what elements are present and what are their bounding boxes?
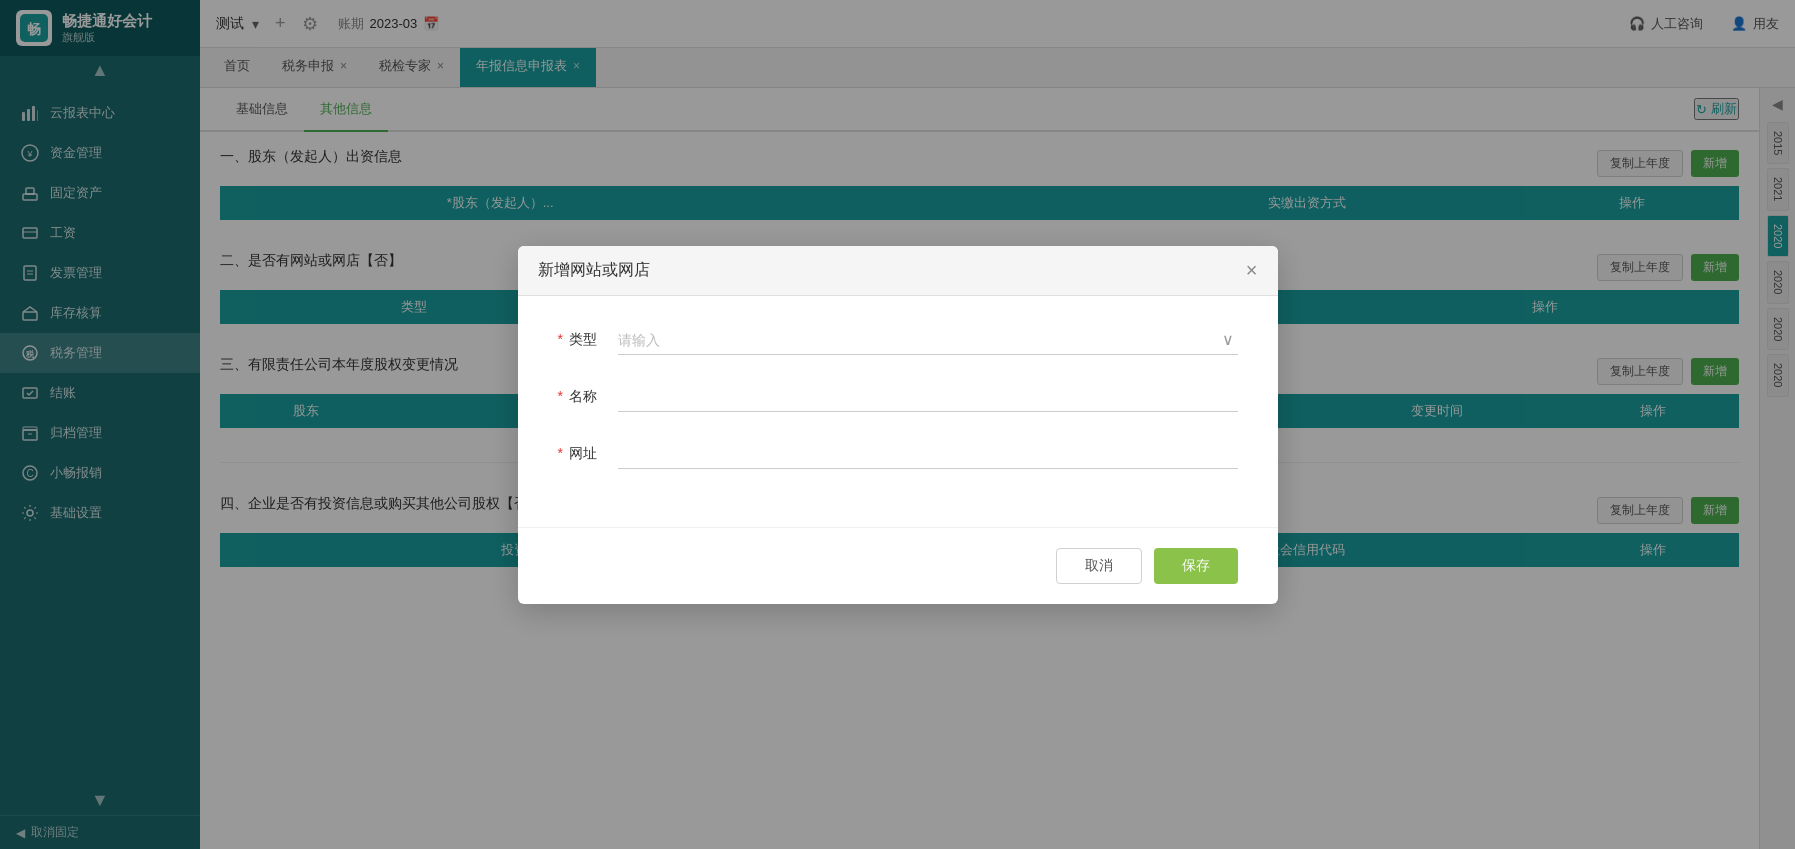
- save-button[interactable]: 保存: [1154, 548, 1238, 584]
- type-input[interactable]: [618, 326, 1238, 354]
- modal-add-website: 新增网站或网店 × * 类型 ∨ * 名称: [518, 246, 1278, 604]
- form-input-wrap-type: ∨: [618, 326, 1238, 355]
- form-input-wrap-url: [618, 440, 1238, 469]
- form-label-type: * 类型: [558, 331, 618, 349]
- modal-header: 新增网站或网店 ×: [518, 246, 1278, 296]
- url-input[interactable]: [618, 440, 1238, 468]
- form-field-name: * 名称: [558, 383, 1238, 412]
- cancel-button[interactable]: 取消: [1056, 548, 1142, 584]
- form-label-name: * 名称: [558, 388, 618, 406]
- label-name-text: 名称: [569, 388, 597, 404]
- form-field-url: * 网址: [558, 440, 1238, 469]
- modal-title: 新增网站或网店: [538, 260, 650, 281]
- required-mark-type: *: [558, 331, 563, 347]
- form-label-url: * 网址: [558, 445, 618, 463]
- modal-close-button[interactable]: ×: [1246, 260, 1258, 280]
- label-url-text: 网址: [569, 445, 597, 461]
- required-mark-url: *: [558, 445, 563, 461]
- form-field-type: * 类型 ∨: [558, 326, 1238, 355]
- required-mark-name: *: [558, 388, 563, 404]
- dropdown-arrow-icon: ∨: [1222, 330, 1234, 349]
- modal-footer: 取消 保存: [518, 527, 1278, 604]
- label-type-text: 类型: [569, 331, 597, 347]
- name-input[interactable]: [618, 383, 1238, 411]
- form-input-wrap-name: [618, 383, 1238, 412]
- modal-body: * 类型 ∨ * 名称 *: [518, 296, 1278, 527]
- modal-overlay[interactable]: 新增网站或网店 × * 类型 ∨ * 名称: [0, 0, 1795, 849]
